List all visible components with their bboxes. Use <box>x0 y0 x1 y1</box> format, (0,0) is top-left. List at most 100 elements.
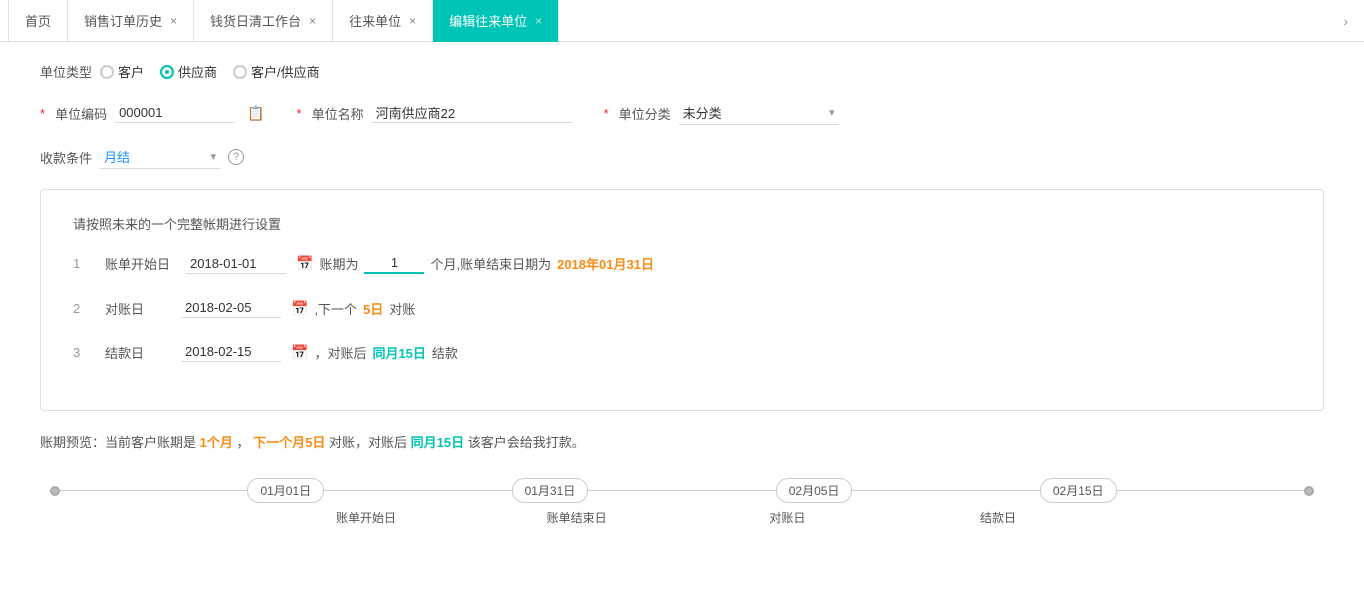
radio-group: 客户 供应商 客户/供应商 <box>100 62 320 81</box>
period-title: 请按照未来的一个完整帐期进行设置 <box>73 214 1291 233</box>
radio-cs-label: 客户/供应商 <box>251 62 320 81</box>
tabs-scroll-right[interactable]: › <box>1335 13 1356 29</box>
tab-cash-work[interactable]: 钱货日清工作台 × <box>194 0 333 42</box>
unit-code-required: * <box>40 106 45 121</box>
timeline-line-3 <box>588 490 775 491</box>
tab-partner-close[interactable]: × <box>409 14 416 28</box>
unit-name-label: 单位名称 <box>312 104 364 123</box>
tab-sales-history-close[interactable]: × <box>170 14 177 28</box>
payment-date-cal[interactable]: 📅 <box>291 344 308 361</box>
reconcile-date-input[interactable] <box>181 298 281 318</box>
period-value-2: 📅 ,下一个 5日 对账 <box>181 298 415 318</box>
preview-end: 该客户会给我打款。 <box>468 435 585 450</box>
timeline-node-4: 02月15日 <box>1040 478 1117 503</box>
timeline-label-2: 账单结束日 <box>547 509 607 526</box>
period-end-date: 2018年01月31日 <box>557 254 654 273</box>
period-label-3: 结款日 <box>105 343 165 362</box>
radio-supplier[interactable]: 供应商 <box>160 62 217 81</box>
unit-name-field: * 单位名称 <box>297 103 572 123</box>
payment-row: 收款条件 月结 ▾ ? <box>40 145 1324 169</box>
period-num-1: 1 <box>73 256 89 271</box>
preview-months: 1个月 <box>200 435 233 450</box>
timeline-node-2: 01月31日 <box>512 478 589 503</box>
timeline-tag-2: 01月31日 <box>512 478 589 503</box>
payment-value: 月结 <box>104 147 206 166</box>
reconcile-date-cal[interactable]: 📅 <box>291 300 308 317</box>
payment-suffix: 结款 <box>432 343 458 362</box>
payment-dropdown[interactable]: 月结 ▾ <box>100 145 220 169</box>
period-box: 请按照未来的一个完整帐期进行设置 1 账单开始日 📅 账期为 个月,账单结束日期… <box>40 189 1324 411</box>
preview-label: 账期预览：当前客户账期是 <box>40 435 196 450</box>
unit-info-row: * 单位编码 📋 * 单位名称 * 单位分类 未分类 ▾ <box>40 101 1324 125</box>
unit-code-field: * 单位编码 📋 <box>40 103 265 123</box>
radio-supplier-circle <box>160 65 174 79</box>
help-icon[interactable]: ? <box>228 149 244 165</box>
timeline-line-2 <box>324 490 511 491</box>
period-months-input[interactable] <box>364 253 424 274</box>
unit-class-value: 未分类 <box>683 103 829 122</box>
period-months-label: 个月,账单结束日期为 <box>430 254 551 273</box>
unit-name-required: * <box>297 106 302 121</box>
payment-prefix: ，对账后 <box>314 343 366 362</box>
preview-reconcile: 下一个月5日 <box>253 435 325 450</box>
start-date-input[interactable] <box>186 254 286 274</box>
period-label-1: 账单开始日 <box>105 254 170 273</box>
timeline-label-3: 对账日 <box>769 509 805 526</box>
period-row-1: 1 账单开始日 📅 账期为 个月,账单结束日期为 2018年01月31日 <box>73 253 1291 274</box>
radio-customer-label: 客户 <box>118 62 144 81</box>
unit-code-input[interactable] <box>115 103 235 123</box>
tab-edit-partner[interactable]: 编辑往来单位 × <box>433 0 559 42</box>
period-num-3: 3 <box>73 345 89 360</box>
period-value-1: 📅 账期为 个月,账单结束日期为 2018年01月31日 <box>186 253 654 274</box>
timeline-node-3: 02月05日 <box>776 478 853 503</box>
timeline-labels: 账单开始日 账单结束日 对账日 结款日 <box>40 503 1324 526</box>
tab-partner[interactable]: 往来单位 × <box>333 0 433 42</box>
timeline-label-1: 账单开始日 <box>336 509 396 526</box>
unit-type-row: 单位类型 客户 供应商 客户/供应商 <box>40 62 1324 81</box>
timeline-label-4: 结款日 <box>980 509 1016 526</box>
unit-class-select[interactable]: 未分类 ▾ <box>679 101 839 125</box>
period-for-label: 账期为 <box>319 254 358 273</box>
reconcile-prefix: ,下一个 <box>314 299 357 318</box>
timeline-end-dot <box>1304 486 1314 496</box>
unit-class-arrow: ▾ <box>829 106 835 119</box>
radio-cs-circle <box>233 65 247 79</box>
tab-sales-history[interactable]: 销售订单历史 × <box>68 0 194 42</box>
unit-code-icon[interactable]: 📋 <box>247 105 264 122</box>
tab-edit-partner-close[interactable]: × <box>535 14 542 28</box>
unit-code-label: 单位编码 <box>55 104 107 123</box>
start-date-cal[interactable]: 📅 <box>296 255 313 272</box>
timeline: 01月01日 01月31日 02月05日 02月15日 <box>40 478 1324 503</box>
unit-type-label: 单位类型 <box>40 62 92 81</box>
period-row-2: 2 对账日 📅 ,下一个 5日 对账 <box>73 298 1291 318</box>
unit-class-field: * 单位分类 未分类 ▾ <box>604 101 839 125</box>
preview-text: 账期预览：当前客户账期是 1个月 ， 下一个月5日 对账，对账后 同月15日 该… <box>40 431 1324 454</box>
tabs-bar: 首页 销售订单历史 × 钱货日清工作台 × 往来单位 × 编辑往来单位 × › <box>0 0 1364 42</box>
preview-mid: 对账，对账后 <box>329 435 407 450</box>
tab-cash-work-close[interactable]: × <box>309 14 316 28</box>
reconcile-suffix: 对账 <box>389 299 415 318</box>
timeline-tag-3: 02月05日 <box>776 478 853 503</box>
payment-label: 收款条件 <box>40 148 92 167</box>
unit-name-input[interactable] <box>372 103 572 123</box>
main-content: 单位类型 客户 供应商 客户/供应商 * 单位编码 <box>0 42 1364 608</box>
period-label-2: 对账日 <box>105 299 165 318</box>
radio-customer[interactable]: 客户 <box>100 62 144 81</box>
preview-sep1: ， <box>237 435 250 450</box>
payment-arrow: ▾ <box>210 150 216 163</box>
unit-type-field: 单位类型 客户 供应商 客户/供应商 <box>40 62 320 81</box>
period-row-3: 3 结款日 📅 ，对账后 同月15日 结款 <box>73 342 1291 362</box>
period-value-3: 📅 ，对账后 同月15日 结款 <box>181 342 458 362</box>
period-num-2: 2 <box>73 301 89 316</box>
timeline-start-dot <box>50 486 60 496</box>
radio-customer-circle <box>100 65 114 79</box>
timeline-line-4 <box>852 490 1039 491</box>
radio-customer-supplier[interactable]: 客户/供应商 <box>233 62 320 81</box>
payment-date-input[interactable] <box>181 342 281 362</box>
timeline-tag-4: 02月15日 <box>1040 478 1117 503</box>
unit-class-required: * <box>604 106 609 121</box>
payment-field: 收款条件 月结 ▾ ? <box>40 145 244 169</box>
timeline-line-5 <box>1117 490 1304 491</box>
timeline-node-1: 01月01日 <box>247 478 324 503</box>
tab-home[interactable]: 首页 <box>8 0 68 42</box>
